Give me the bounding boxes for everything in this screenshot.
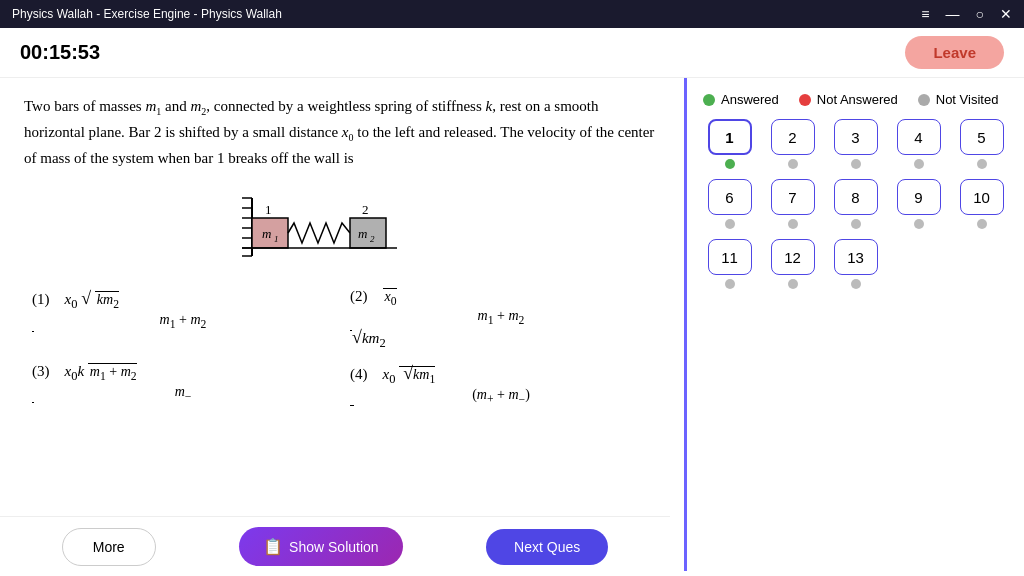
svg-text:2: 2 <box>370 234 375 244</box>
question-btn-8[interactable]: 8 <box>829 179 882 229</box>
option-3-num: (3) <box>32 363 50 379</box>
svg-text:1: 1 <box>274 234 279 244</box>
question-btn-9[interactable]: 9 <box>892 179 945 229</box>
q-num-2[interactable]: 2 <box>771 119 815 155</box>
option-3[interactable]: (3) x0k m1 + m2 m− <box>24 359 342 427</box>
q-num-8[interactable]: 8 <box>834 179 878 215</box>
bottom-bar: More 📋 Show Solution Next Ques <box>0 516 670 576</box>
svg-text:2: 2 <box>362 202 369 217</box>
svg-rect-11 <box>350 218 386 248</box>
q-dot-5 <box>977 159 987 169</box>
q-num-4[interactable]: 4 <box>897 119 941 155</box>
titlebar: Physics Wallah - Exercise Engine - Physi… <box>0 0 1024 28</box>
question-grid: 1 2 3 4 5 <box>703 119 1008 289</box>
option-4-num: (4) <box>350 366 368 382</box>
options-row-2: (3) x0k m1 + m2 m− (4) x0 √km1 (m+ + m−) <box>24 359 660 427</box>
q-dot-10 <box>977 219 987 229</box>
question-text: Two bars of masses m1 and m2, connected … <box>24 94 660 170</box>
q-dot-8 <box>851 219 861 229</box>
option-2[interactable]: (2) x0 m1 + m2 √km2 <box>342 284 660 355</box>
solution-icon: 📋 <box>263 537 283 556</box>
q-num-13[interactable]: 13 <box>834 239 878 275</box>
menu-icon[interactable]: ≡ <box>921 6 929 22</box>
close-icon[interactable]: ✕ <box>1000 6 1012 22</box>
q-dot-3 <box>851 159 861 169</box>
minimize-icon[interactable]: — <box>946 6 960 22</box>
window-controls[interactable]: ≡ — ○ ✕ <box>921 6 1012 22</box>
spring-diagram: m 1 m 2 1 2 <box>232 188 452 268</box>
show-solution-label: Show Solution <box>289 539 379 555</box>
leave-button[interactable]: Leave <box>905 36 1004 69</box>
legend-not-visited: Not Visited <box>918 92 999 107</box>
diagram: m 1 m 2 1 2 <box>24 188 660 268</box>
options-area: (1) x0 √ km2 m1 + m2 (2) x0 m1 + m2 <box>24 284 660 430</box>
question-btn-10[interactable]: 10 <box>955 179 1008 229</box>
sidebar: Answered Not Answered Not Visited 1 2 <box>684 78 1024 571</box>
timer-display: 00:15:53 <box>20 41 100 64</box>
question-btn-6[interactable]: 6 <box>703 179 756 229</box>
q-num-3[interactable]: 3 <box>834 119 878 155</box>
legend-not-answered: Not Answered <box>799 92 898 107</box>
option-2-num: (2) <box>350 288 368 304</box>
option-4[interactable]: (4) x0 √km1 (m+ + m−) <box>342 359 660 427</box>
not-visited-label: Not Visited <box>936 92 999 107</box>
not-answered-label: Not Answered <box>817 92 898 107</box>
q-num-5[interactable]: 5 <box>960 119 1004 155</box>
q-num-9[interactable]: 9 <box>897 179 941 215</box>
question-area: Two bars of masses m1 and m2, connected … <box>0 78 684 571</box>
q-num-6[interactable]: 6 <box>708 179 752 215</box>
question-btn-5[interactable]: 5 <box>955 119 1008 169</box>
app-title: Physics Wallah - Exercise Engine - Physi… <box>12 7 282 21</box>
not-answered-dot <box>799 94 811 106</box>
q-num-1[interactable]: 1 <box>708 119 752 155</box>
main-layout: Two bars of masses m1 and m2, connected … <box>0 78 1024 571</box>
question-btn-7[interactable]: 7 <box>766 179 819 229</box>
option-1[interactable]: (1) x0 √ km2 m1 + m2 <box>24 284 342 355</box>
question-btn-12[interactable]: 12 <box>766 239 819 289</box>
svg-text:m: m <box>358 226 367 241</box>
restore-icon[interactable]: ○ <box>976 6 984 22</box>
q-num-10[interactable]: 10 <box>960 179 1004 215</box>
q-num-12[interactable]: 12 <box>771 239 815 275</box>
question-btn-2[interactable]: 2 <box>766 119 819 169</box>
q-dot-12 <box>788 279 798 289</box>
q-dot-4 <box>914 159 924 169</box>
answered-label: Answered <box>721 92 779 107</box>
not-visited-dot <box>918 94 930 106</box>
q-dot-13 <box>851 279 861 289</box>
question-btn-13[interactable]: 13 <box>829 239 882 289</box>
topbar: 00:15:53 Leave <box>0 28 1024 78</box>
q-dot-2 <box>788 159 798 169</box>
question-btn-3[interactable]: 3 <box>829 119 882 169</box>
show-solution-button[interactable]: 📋 Show Solution <box>239 527 403 566</box>
legend: Answered Not Answered Not Visited <box>703 92 1008 107</box>
next-question-button[interactable]: Next Ques <box>486 529 608 565</box>
q-num-7[interactable]: 7 <box>771 179 815 215</box>
option-1-num: (1) <box>32 291 50 307</box>
svg-text:m: m <box>262 226 271 241</box>
options-row-1: (1) x0 √ km2 m1 + m2 (2) x0 m1 + m2 <box>24 284 660 355</box>
question-btn-4[interactable]: 4 <box>892 119 945 169</box>
q-dot-7 <box>788 219 798 229</box>
q-dot-9 <box>914 219 924 229</box>
question-btn-11[interactable]: 11 <box>703 239 756 289</box>
more-button[interactable]: More <box>62 528 156 566</box>
q-dot-1 <box>725 159 735 169</box>
svg-text:1: 1 <box>265 202 272 217</box>
question-btn-1[interactable]: 1 <box>703 119 756 169</box>
q-num-11[interactable]: 11 <box>708 239 752 275</box>
q-dot-11 <box>725 279 735 289</box>
q-dot-6 <box>725 219 735 229</box>
legend-answered: Answered <box>703 92 779 107</box>
answered-dot <box>703 94 715 106</box>
